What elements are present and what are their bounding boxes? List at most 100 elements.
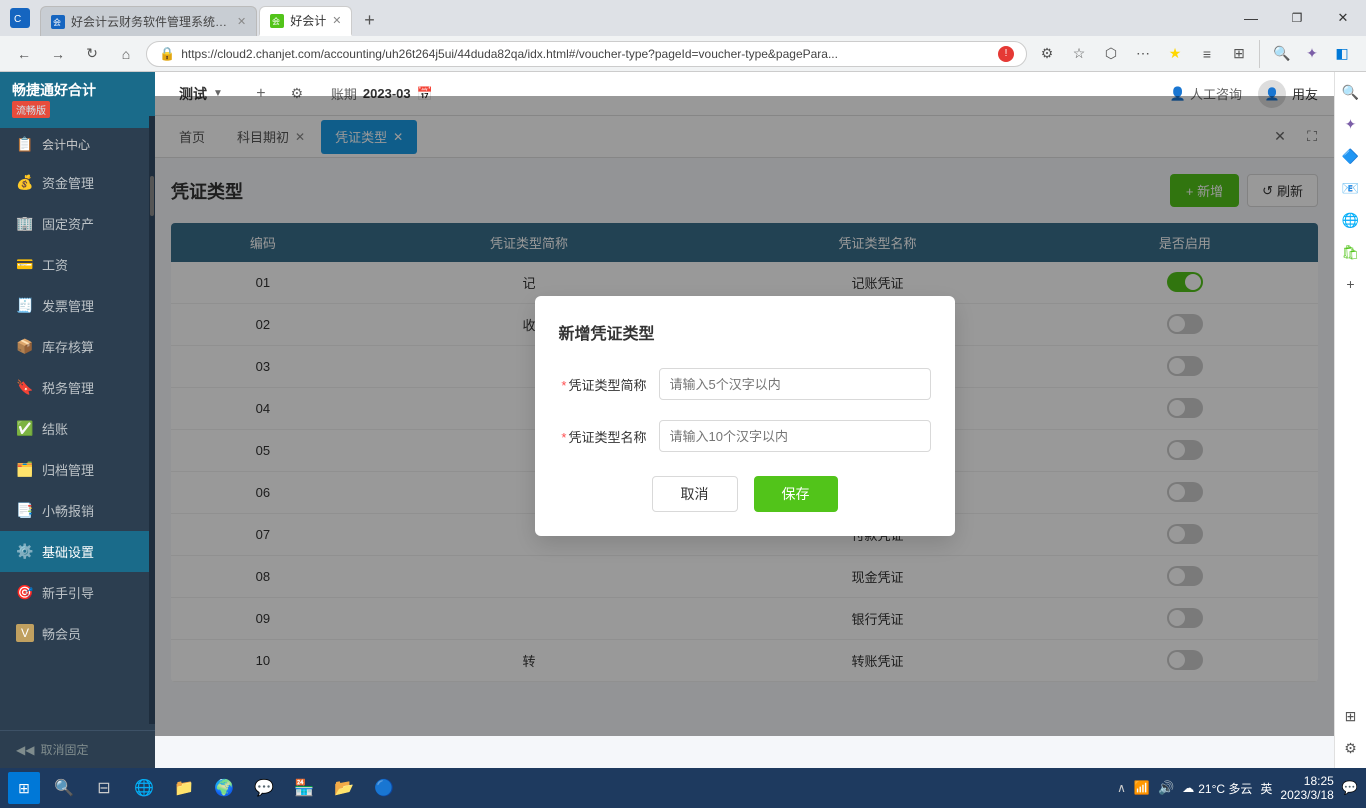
unpin-label: 取消固定	[40, 741, 88, 758]
sidebar-label-dashboard: 会计中心	[42, 136, 90, 153]
right-bing-btn[interactable]: ✦	[1339, 112, 1363, 136]
right-search-btn[interactable]: 🔍	[1339, 80, 1363, 104]
report-icon: 📑	[16, 501, 34, 519]
sidebar-item-archive[interactable]: 🗂️ 归档管理	[0, 449, 155, 490]
sidebar-item-inventory[interactable]: 📦 库存核算	[0, 326, 155, 367]
home-btn[interactable]: ⌂	[112, 40, 140, 68]
funds-icon: 💰	[16, 173, 34, 191]
maximize-btn[interactable]: ❐	[1274, 0, 1320, 36]
svg-text:会: 会	[53, 17, 61, 27]
extensions-btn[interactable]: ⚙	[1033, 40, 1061, 68]
tax-icon: 🔖	[16, 378, 34, 396]
right-collections-btn[interactable]: 🔷	[1339, 144, 1363, 168]
unpin-btn[interactable]: ◀◀ 取消固定	[0, 730, 155, 768]
sidebar-label-fixed-assets: 固定资产	[42, 214, 94, 233]
address-bar[interactable]: 🔒 https://cloud2.chanjet.com/accounting/…	[146, 41, 1027, 67]
edge-discover-btn[interactable]: ✦	[1298, 40, 1326, 68]
close-btn[interactable]: ✕	[1320, 0, 1366, 36]
weather-text: 21°C 多云	[1198, 780, 1252, 797]
search-sidebar-btn[interactable]: 🔍	[1268, 40, 1296, 68]
tab-chanjet-label: 好会计云财务软件管理系统_会计	[71, 13, 231, 30]
right-edge-btn[interactable]: 🌐	[1339, 208, 1363, 232]
right-layout-btn[interactable]: ⊞	[1339, 704, 1363, 728]
sidebar-label-salary: 工资	[42, 255, 68, 274]
sidebar-label-inventory: 库存核算	[42, 337, 94, 356]
right-shopping-btn[interactable]: 🛍	[1339, 240, 1363, 264]
taskbar-task-view[interactable]: ⊟	[88, 772, 120, 804]
modal-short-input[interactable]	[659, 368, 931, 400]
sidebar-item-tax[interactable]: 🔖 税务管理	[0, 367, 155, 408]
right-add-btn[interactable]: +	[1339, 272, 1363, 296]
modal-name-input[interactable]	[659, 420, 931, 452]
tab-haokuai-label: 好会计	[290, 12, 326, 29]
weather-icon: ☁	[1182, 781, 1194, 795]
save-button[interactable]: 保存	[754, 476, 838, 512]
tab-haokuai-close[interactable]: ✕	[332, 14, 341, 27]
tab-haokuai[interactable]: 会 好会计 ✕	[259, 6, 352, 36]
right-outlook-btn[interactable]: 📧	[1339, 176, 1363, 200]
url-text: https://cloud2.chanjet.com/accounting/uh…	[181, 47, 838, 61]
taskbar-files[interactable]: 📂	[328, 772, 360, 804]
reading-view-btn[interactable]: ≡	[1193, 40, 1221, 68]
tab-chanjet[interactable]: 会 好会计云财务软件管理系统_会计 ✕	[40, 6, 257, 36]
taskbar-explorer[interactable]: 📁	[168, 772, 200, 804]
taskbar-store[interactable]: 🏪	[288, 772, 320, 804]
sidebar-item-fixed-assets[interactable]: 🏢 固定资产	[0, 203, 155, 244]
taskbar-edge2[interactable]: 🔵	[368, 772, 400, 804]
forward-btn[interactable]: →	[44, 40, 72, 68]
sidebar-label-guide: 新手引导	[42, 583, 94, 602]
invoice-icon: 🧾	[16, 296, 34, 314]
collections-btn[interactable]: ⬡	[1097, 40, 1125, 68]
taskbar-start[interactable]: ⊞	[8, 772, 40, 804]
sidebar-item-guide[interactable]: 🎯 新手引导	[0, 572, 155, 613]
back-btn[interactable]: ←	[10, 40, 38, 68]
tab-chanjet-close[interactable]: ✕	[237, 15, 246, 28]
logo-sub: 流畅版	[12, 101, 50, 118]
lock-icon: 🔒	[159, 46, 175, 62]
modal-title: 新增凭证类型	[559, 320, 931, 344]
app-logo: 畅捷通好合计 流畅版	[0, 72, 155, 128]
modal-name-label: 凭证类型名称	[559, 427, 659, 446]
sidebar-label-settings: 基础设置	[42, 542, 94, 561]
unpin-icon: ◀◀	[16, 743, 34, 757]
taskbar-chrome[interactable]: 🌍	[208, 772, 240, 804]
taskbar-chevron[interactable]: ∧	[1117, 781, 1126, 795]
bookmark-btn[interactable]: ☆	[1065, 40, 1093, 68]
taskbar-wifi[interactable]: 📶	[1134, 780, 1150, 796]
sidebar-label-funds: 资金管理	[42, 173, 94, 192]
new-tab-btn[interactable]: +	[354, 6, 384, 36]
cancel-button[interactable]: 取消	[652, 476, 738, 512]
taskbar-lang[interactable]: 英	[1260, 780, 1272, 797]
taskbar-datetime: 18:25 2023/3/18	[1280, 774, 1333, 802]
sidebar-label-tax: 税务管理	[42, 378, 94, 397]
archive-icon: 🗂️	[16, 460, 34, 478]
inventory-icon: 📦	[16, 337, 34, 355]
sidebar-item-salary[interactable]: 💳 工资	[0, 244, 155, 285]
favorites-btn[interactable]: ★	[1161, 40, 1189, 68]
sidebar-item-report[interactable]: 📑 小畅报销	[0, 490, 155, 531]
taskbar-edge[interactable]: 🌐	[128, 772, 160, 804]
taskbar-volume[interactable]: 🔊	[1158, 780, 1174, 796]
taskbar-search[interactable]: 🔍	[48, 772, 80, 804]
sidebar-item-member[interactable]: V 畅会员	[0, 613, 155, 654]
sidebar-label-settle: 结账	[42, 419, 68, 438]
edge-more-btn[interactable]: ⊞	[1225, 40, 1253, 68]
reload-btn[interactable]: ↻	[78, 40, 106, 68]
taskbar-notification[interactable]: 💬	[1342, 780, 1358, 796]
sidebar-item-settings[interactable]: ⚙️ 基础设置	[0, 531, 155, 572]
sidebar-item-dashboard[interactable]: 📋 会计中心	[0, 128, 155, 162]
browser-menu-btn[interactable]: ⋯	[1129, 40, 1157, 68]
edge-sidebar-btn[interactable]: ◧	[1328, 40, 1356, 68]
salary-icon: 💳	[16, 255, 34, 273]
taskbar-date-text: 2023/3/18	[1280, 788, 1333, 802]
sidebar-label-report: 小畅报销	[42, 501, 94, 520]
modal-overlay: 新增凭证类型 凭证类型简称 凭证类型名称 取消 保存	[155, 96, 1334, 736]
minimize-btn[interactable]: —	[1228, 0, 1274, 36]
taskbar-time-text: 18:25	[1280, 774, 1333, 788]
sidebar-item-funds[interactable]: 💰 资金管理	[0, 162, 155, 203]
taskbar-wechat[interactable]: 💬	[248, 772, 280, 804]
badge-icon: !	[998, 46, 1014, 62]
sidebar-item-settle[interactable]: ✅ 结账	[0, 408, 155, 449]
right-settings-btn[interactable]: ⚙	[1339, 736, 1363, 760]
sidebar-item-invoice[interactable]: 🧾 发票管理	[0, 285, 155, 326]
